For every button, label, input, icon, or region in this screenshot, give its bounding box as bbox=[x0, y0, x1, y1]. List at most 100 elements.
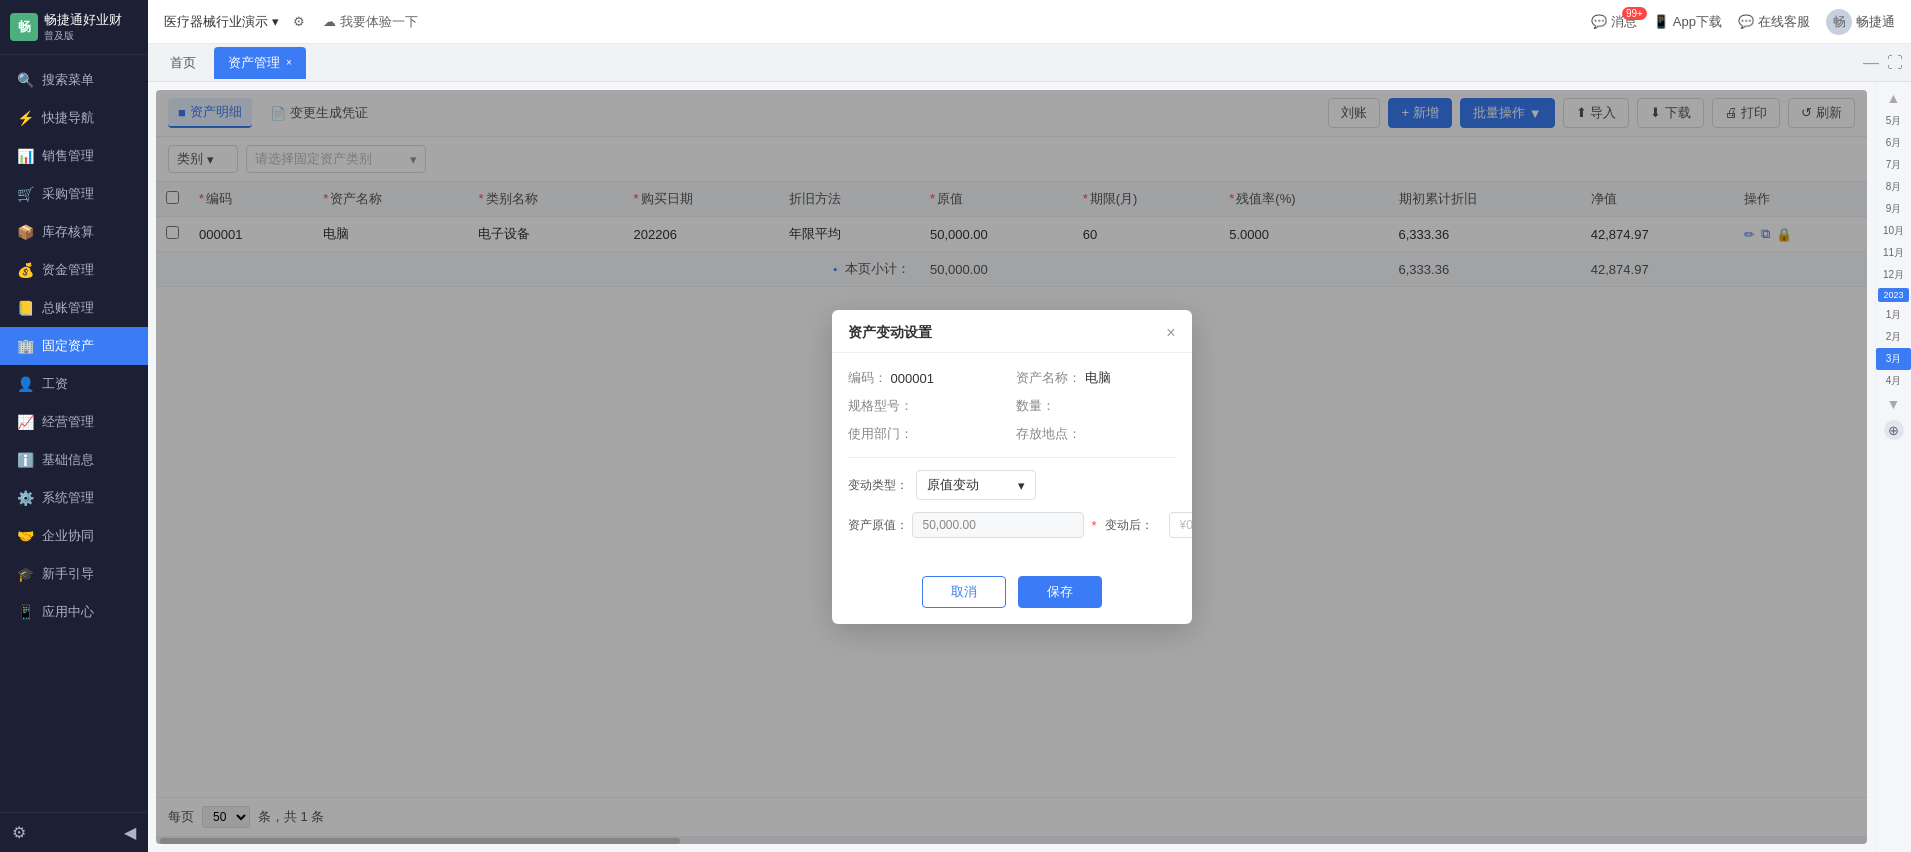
cal-scroll-down[interactable]: ▼ bbox=[1883, 392, 1905, 416]
sidebar-item-ledger[interactable]: 📒 总账管理 bbox=[0, 289, 148, 327]
modal-overlay: 资产变动设置 × 编码： 000001 资产名称： 电脑 bbox=[156, 90, 1867, 844]
sidebar-header: 畅 畅捷通好业财 普及版 bbox=[0, 0, 148, 55]
settings-footer-icon[interactable]: ⚙ bbox=[12, 823, 26, 842]
cal-month-10[interactable]: 10月 bbox=[1876, 220, 1911, 242]
change-type-row: 变动类型： 原值变动 ▾ bbox=[848, 470, 1176, 500]
sidebar-item-search[interactable]: 🔍 搜索菜单 bbox=[0, 61, 148, 99]
modal-footer: 取消 保存 bbox=[832, 566, 1192, 624]
ops-icon: 📈 bbox=[16, 414, 34, 430]
logo-icon: 畅 bbox=[10, 13, 38, 41]
sidebar-item-system[interactable]: ⚙️ 系统管理 bbox=[0, 479, 148, 517]
required-marker: * bbox=[1092, 518, 1097, 533]
tab-close-icon[interactable]: × bbox=[286, 57, 292, 68]
tab-home[interactable]: 首页 bbox=[156, 47, 210, 79]
cal-month-6[interactable]: 6月 bbox=[1876, 132, 1911, 154]
sidebar-item-app-center[interactable]: 📱 应用中心 bbox=[0, 593, 148, 631]
change-type-select[interactable]: 原值变动 ▾ bbox=[916, 470, 1036, 500]
app-download-btn[interactable]: 📱 App下载 bbox=[1653, 13, 1722, 31]
sidebar-item-fund[interactable]: 💰 资金管理 bbox=[0, 251, 148, 289]
cal-expand-icon[interactable]: ⊕ bbox=[1884, 420, 1904, 440]
cal-month-8[interactable]: 8月 bbox=[1876, 176, 1911, 198]
experience-icon: ☁ bbox=[323, 14, 336, 29]
window-maximize-icon[interactable]: ⛶ bbox=[1887, 54, 1903, 72]
sidebar-item-inventory[interactable]: 📦 库存核算 bbox=[0, 213, 148, 251]
modal-close-btn[interactable]: × bbox=[1166, 324, 1175, 342]
service-label: 在线客服 bbox=[1758, 13, 1810, 31]
message-icon: 💬 bbox=[1591, 14, 1607, 29]
window-minimize-icon[interactable]: — bbox=[1863, 54, 1879, 72]
cal-scroll-up[interactable]: ▲ bbox=[1883, 86, 1905, 110]
modal-quantity: 数量： bbox=[1016, 397, 1176, 415]
topbar-settings-icon[interactable]: ⚙ bbox=[293, 14, 305, 29]
tab-asset-management[interactable]: 资产管理 × bbox=[214, 47, 306, 79]
original-value-input bbox=[912, 512, 1084, 538]
cal-month-12[interactable]: 12月 bbox=[1876, 264, 1911, 286]
app-download-icon: 📱 bbox=[1653, 14, 1669, 29]
cal-month-1[interactable]: 1月 bbox=[1876, 304, 1911, 326]
sidebar-item-quick-nav[interactable]: ⚡ 快捷导航 bbox=[0, 99, 148, 137]
sidebar-item-salary[interactable]: 👤 工资 bbox=[0, 365, 148, 403]
cal-month-7[interactable]: 7月 bbox=[1876, 154, 1911, 176]
cal-month-11[interactable]: 11月 bbox=[1876, 242, 1911, 264]
inventory-icon: 📦 bbox=[16, 224, 34, 240]
cal-month-2[interactable]: 2月 bbox=[1876, 326, 1911, 348]
original-value-row: 资产原值： * 变动后： bbox=[848, 512, 1176, 538]
cal-month-5[interactable]: 5月 bbox=[1876, 110, 1911, 132]
tab-asset-label: 资产管理 bbox=[228, 54, 280, 72]
original-value-label: 资产原值： bbox=[848, 517, 904, 534]
sales-icon: 📊 bbox=[16, 148, 34, 164]
sidebar-nav: 🔍 搜索菜单 ⚡ 快捷导航 📊 销售管理 🛒 采购管理 📦 库存核算 💰 资金管… bbox=[0, 55, 148, 812]
sidebar-item-guide[interactable]: 🎓 新手引导 bbox=[0, 555, 148, 593]
sidebar-item-basic-info[interactable]: ℹ️ 基础信息 bbox=[0, 441, 148, 479]
sidebar-item-fixed-assets[interactable]: 🏢 固定资产 bbox=[0, 327, 148, 365]
sidebar-item-ops[interactable]: 📈 经营管理 bbox=[0, 403, 148, 441]
save-button[interactable]: 保存 bbox=[1018, 576, 1102, 608]
company-name: 医疗器械行业演示 bbox=[164, 13, 268, 31]
after-change-input[interactable] bbox=[1169, 512, 1192, 538]
sidebar: 畅 畅捷通好业财 普及版 🔍 搜索菜单 ⚡ 快捷导航 📊 销售管理 🛒 采购管理… bbox=[0, 0, 148, 852]
basic-info-icon: ℹ️ bbox=[16, 452, 34, 468]
cal-month-9[interactable]: 9月 bbox=[1876, 198, 1911, 220]
app-center-icon: 📱 bbox=[16, 604, 34, 620]
search-icon: 🔍 bbox=[16, 72, 34, 88]
message-badge: 99+ bbox=[1622, 7, 1647, 20]
salary-icon: 👤 bbox=[16, 376, 34, 392]
modal-code: 编码： 000001 bbox=[848, 369, 1008, 387]
user-profile[interactable]: 畅 畅捷通 bbox=[1826, 9, 1895, 35]
company-selector[interactable]: 医疗器械行业演示 ▾ bbox=[164, 13, 279, 31]
message-btn[interactable]: 💬 消息 99+ bbox=[1591, 13, 1637, 31]
quick-nav-icon: ⚡ bbox=[16, 110, 34, 126]
experience-btn[interactable]: ☁ 我要体验一下 bbox=[323, 13, 418, 31]
brand: 畅捷通好业财 普及版 bbox=[44, 12, 122, 42]
company-dropdown-icon: ▾ bbox=[272, 14, 279, 29]
modal-divider bbox=[848, 457, 1176, 458]
collab-icon: 🤝 bbox=[16, 528, 34, 544]
online-service-btn[interactable]: 💬 在线客服 bbox=[1738, 13, 1810, 31]
cal-month-3[interactable]: 3月 bbox=[1876, 348, 1911, 370]
modal-asset-name: 资产名称： 电脑 bbox=[1016, 369, 1176, 387]
asset-change-modal: 资产变动设置 × 编码： 000001 资产名称： 电脑 bbox=[832, 310, 1192, 624]
change-type-dropdown-icon: ▾ bbox=[1018, 478, 1025, 493]
fixed-assets-icon: 🏢 bbox=[16, 338, 34, 354]
page-content: ■ 资产明细 📄 变更生成凭证 刘账 + 新增 批量操作 ▼ bbox=[156, 90, 1867, 844]
modal-location: 存放地点： bbox=[1016, 425, 1176, 443]
sidebar-item-purchase[interactable]: 🛒 采购管理 bbox=[0, 175, 148, 213]
system-icon: ⚙️ bbox=[16, 490, 34, 506]
modal-dept: 使用部门： bbox=[848, 425, 1008, 443]
cancel-button[interactable]: 取消 bbox=[922, 576, 1006, 608]
cal-month-4[interactable]: 4月 bbox=[1876, 370, 1911, 392]
fund-icon: 💰 bbox=[16, 262, 34, 278]
after-change-label: 变动后： bbox=[1105, 517, 1161, 534]
tab-home-label: 首页 bbox=[170, 54, 196, 72]
modal-info-grid: 编码： 000001 资产名称： 电脑 规格型号： bbox=[848, 369, 1176, 443]
modal-header: 资产变动设置 × bbox=[832, 310, 1192, 353]
right-calendar: ▲ 5月 6月 7月 8月 9月 10月 11月 12月 2023 1月 2月 … bbox=[1875, 82, 1911, 852]
purchase-icon: 🛒 bbox=[16, 186, 34, 202]
avatar: 畅 bbox=[1826, 9, 1852, 35]
sidebar-item-sales[interactable]: 📊 销售管理 bbox=[0, 137, 148, 175]
content-area: ■ 资产明细 📄 变更生成凭证 刘账 + 新增 批量操作 ▼ bbox=[148, 82, 1911, 852]
sidebar-footer: ⚙ ◀ bbox=[0, 812, 148, 852]
collapse-icon[interactable]: ◀ bbox=[124, 823, 136, 842]
sidebar-item-label: 搜索菜单 bbox=[42, 71, 94, 89]
sidebar-item-collab[interactable]: 🤝 企业协同 bbox=[0, 517, 148, 555]
